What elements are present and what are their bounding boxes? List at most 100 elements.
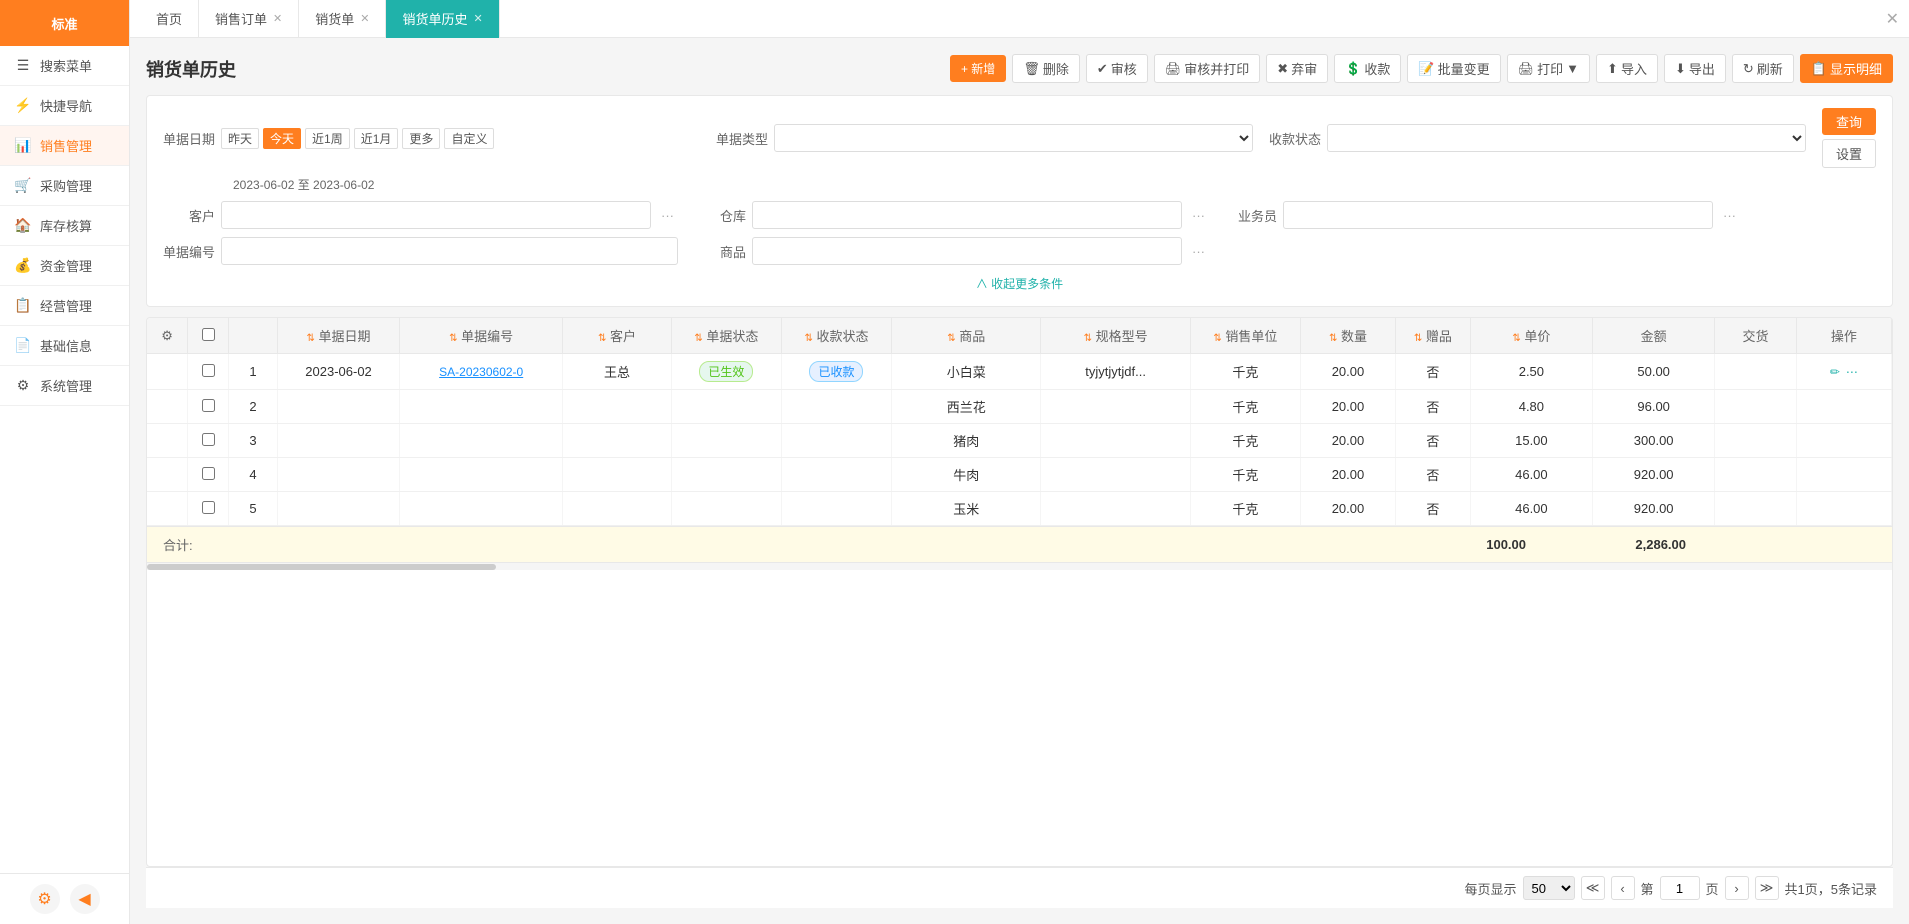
sidebar-collapse-btn[interactable]: ◀ [70, 884, 100, 914]
date-quick-today[interactable]: 今天 [263, 128, 301, 149]
td-deal [1715, 424, 1797, 458]
th-gear[interactable]: ⚙ [147, 318, 188, 354]
row-checkbox[interactable] [202, 399, 215, 412]
date-quick-yesterday[interactable]: 昨天 [221, 128, 259, 149]
th-unit[interactable]: ⇅ 销售单位 [1190, 318, 1300, 354]
export-button[interactable]: ⬇ 导出 [1664, 54, 1726, 83]
salesperson-dots[interactable]: ··· [1719, 208, 1740, 223]
sidebar-item-sales-mgmt[interactable]: 📊 销售管理 [0, 126, 129, 166]
query-button[interactable]: 查询 [1822, 108, 1876, 135]
td-checkbox[interactable] [188, 390, 229, 424]
next-page-btn[interactable]: › [1725, 876, 1749, 900]
salesperson-label: 业务员 [1225, 206, 1277, 225]
audit-button[interactable]: ✔ 审核 [1086, 54, 1148, 83]
sort-qty-icon: ⇅ [1329, 333, 1337, 344]
last-page-btn[interactable]: ≫ [1755, 876, 1779, 900]
th-doc-status[interactable]: ⇅ 单据状态 [671, 318, 781, 354]
prev-page-btn[interactable]: ‹ [1611, 876, 1635, 900]
td-date [277, 492, 399, 526]
sort-status-icon: ⇅ [694, 333, 702, 344]
audit-print-button[interactable]: 🖨 审核并打印 [1154, 54, 1261, 83]
per-page-select[interactable]: 50 20 100 [1523, 876, 1575, 900]
customer-dots[interactable]: ··· [657, 208, 678, 223]
first-page-btn[interactable]: ≪ [1581, 876, 1605, 900]
paystatus-select[interactable] [1327, 124, 1806, 152]
sidebar-item-search-menu[interactable]: ☰ 搜索菜单 [0, 46, 129, 86]
add-button[interactable]: + 新增 [950, 55, 1006, 82]
tab-sales-order[interactable]: 销售订单 ✕ [199, 0, 299, 38]
salesperson-input[interactable] [1283, 201, 1713, 229]
row-checkbox[interactable] [202, 501, 215, 514]
table-row: 4牛肉千克20.00否46.00920.00 [147, 458, 1892, 492]
row-checkbox[interactable] [202, 364, 215, 377]
date-quick-month[interactable]: 近1月 [354, 128, 399, 149]
scrollbar-thumb[interactable] [147, 564, 496, 570]
sidebar-item-ops-mgmt[interactable]: 📋 经营管理 [0, 286, 129, 326]
sidebar-item-finance-mgmt[interactable]: 💰 资金管理 [0, 246, 129, 286]
summary-qty: 100.00 [223, 537, 1546, 552]
date-quick-custom[interactable]: 自定义 [444, 128, 494, 149]
per-page-label: 每页显示 [1464, 879, 1516, 898]
date-quick-week[interactable]: 近1周 [305, 128, 350, 149]
import-button[interactable]: ⬆ 导入 [1596, 54, 1658, 83]
th-gift[interactable]: ⇅ 赠品 [1396, 318, 1471, 354]
tab-home[interactable]: 首页 [140, 0, 199, 38]
delete-button[interactable]: 🗑 删除 [1012, 54, 1080, 83]
td-checkbox[interactable] [188, 492, 229, 526]
select-all-checkbox[interactable] [202, 328, 215, 341]
page-input[interactable] [1660, 876, 1700, 900]
goods-input[interactable] [752, 237, 1182, 265]
tab-sales-goods[interactable]: 销货单 ✕ [299, 0, 386, 38]
goods-dots[interactable]: ··· [1188, 244, 1209, 259]
th-price[interactable]: ⇅ 单价 [1470, 318, 1592, 354]
batch-change-icon: 📝 [1418, 61, 1434, 77]
sidebar-item-sys-mgmt[interactable]: ⚙ 系统管理 [0, 366, 129, 406]
show-detail-button[interactable]: 📋 显示明细 [1800, 54, 1893, 83]
collect-button[interactable]: 💲 收款 [1334, 54, 1401, 83]
close-main-btn[interactable]: ✕ [1886, 9, 1899, 29]
tab-sales-history-close[interactable]: ✕ [474, 12, 483, 25]
abandon-button[interactable]: ✖ 弃审 [1266, 54, 1328, 83]
edit-action[interactable]: ✏ [1830, 365, 1840, 379]
td-op [1796, 390, 1891, 424]
order-link[interactable]: SA-20230602-0 [439, 365, 523, 379]
th-customer[interactable]: ⇅ 客户 [563, 318, 672, 354]
sys-mgmt-icon: ⚙ [14, 377, 32, 394]
td-checkbox[interactable] [188, 458, 229, 492]
print-button[interactable]: 🖨 打印 ▼ [1507, 54, 1590, 83]
tab-sales-order-close[interactable]: ✕ [273, 12, 282, 25]
tab-sales-order-label: 销售订单 [215, 9, 267, 28]
th-goods[interactable]: ⇅ 商品 [891, 318, 1040, 354]
td-checkbox[interactable] [188, 354, 229, 390]
more-action[interactable]: ⋯ [1846, 365, 1858, 379]
sidebar-item-quick-nav[interactable]: ⚡ 快捷导航 [0, 86, 129, 126]
th-pay-status[interactable]: ⇅ 收款状态 [781, 318, 891, 354]
warehouse-dots[interactable]: ··· [1188, 208, 1209, 223]
doctype-select[interactable] [774, 124, 1253, 152]
warehouse-input[interactable] [752, 201, 1182, 229]
table-row: 3猪肉千克20.00否15.00300.00 [147, 424, 1892, 458]
setting-button[interactable]: 设置 [1822, 139, 1876, 168]
collapse-button[interactable]: ∧ 收起更多条件 [163, 273, 1876, 294]
horizontal-scrollbar[interactable] [147, 562, 1892, 570]
tab-sales-goods-close[interactable]: ✕ [360, 12, 369, 25]
customer-input[interactable] [221, 201, 651, 229]
sidebar-item-base-info[interactable]: 📄 基础信息 [0, 326, 129, 366]
docnum-input[interactable] [221, 237, 678, 265]
th-spec[interactable]: ⇅ 规格型号 [1041, 318, 1190, 354]
tab-sales-history[interactable]: 销货单历史 ✕ [386, 0, 499, 38]
date-quick-more[interactable]: 更多 [402, 128, 440, 149]
row-checkbox[interactable] [202, 433, 215, 446]
sidebar-item-stock-calc[interactable]: 🏠 库存核算 [0, 206, 129, 246]
refresh-button[interactable]: ↻ 刷新 [1732, 54, 1794, 83]
sidebar-item-purchase-mgmt[interactable]: 🛒 采购管理 [0, 166, 129, 206]
th-date[interactable]: ⇅ 单据日期 [277, 318, 399, 354]
sidebar-settings-btn[interactable]: ⚙ [30, 884, 60, 914]
sort-goods-icon: ⇅ [947, 333, 955, 344]
th-qty[interactable]: ⇅ 数量 [1300, 318, 1395, 354]
filter-docnum-field: 单据编号 [163, 237, 678, 265]
th-order[interactable]: ⇅ 单据编号 [400, 318, 563, 354]
row-checkbox[interactable] [202, 467, 215, 480]
batch-change-button[interactable]: 📝 批量变更 [1407, 54, 1500, 83]
td-checkbox[interactable] [188, 424, 229, 458]
